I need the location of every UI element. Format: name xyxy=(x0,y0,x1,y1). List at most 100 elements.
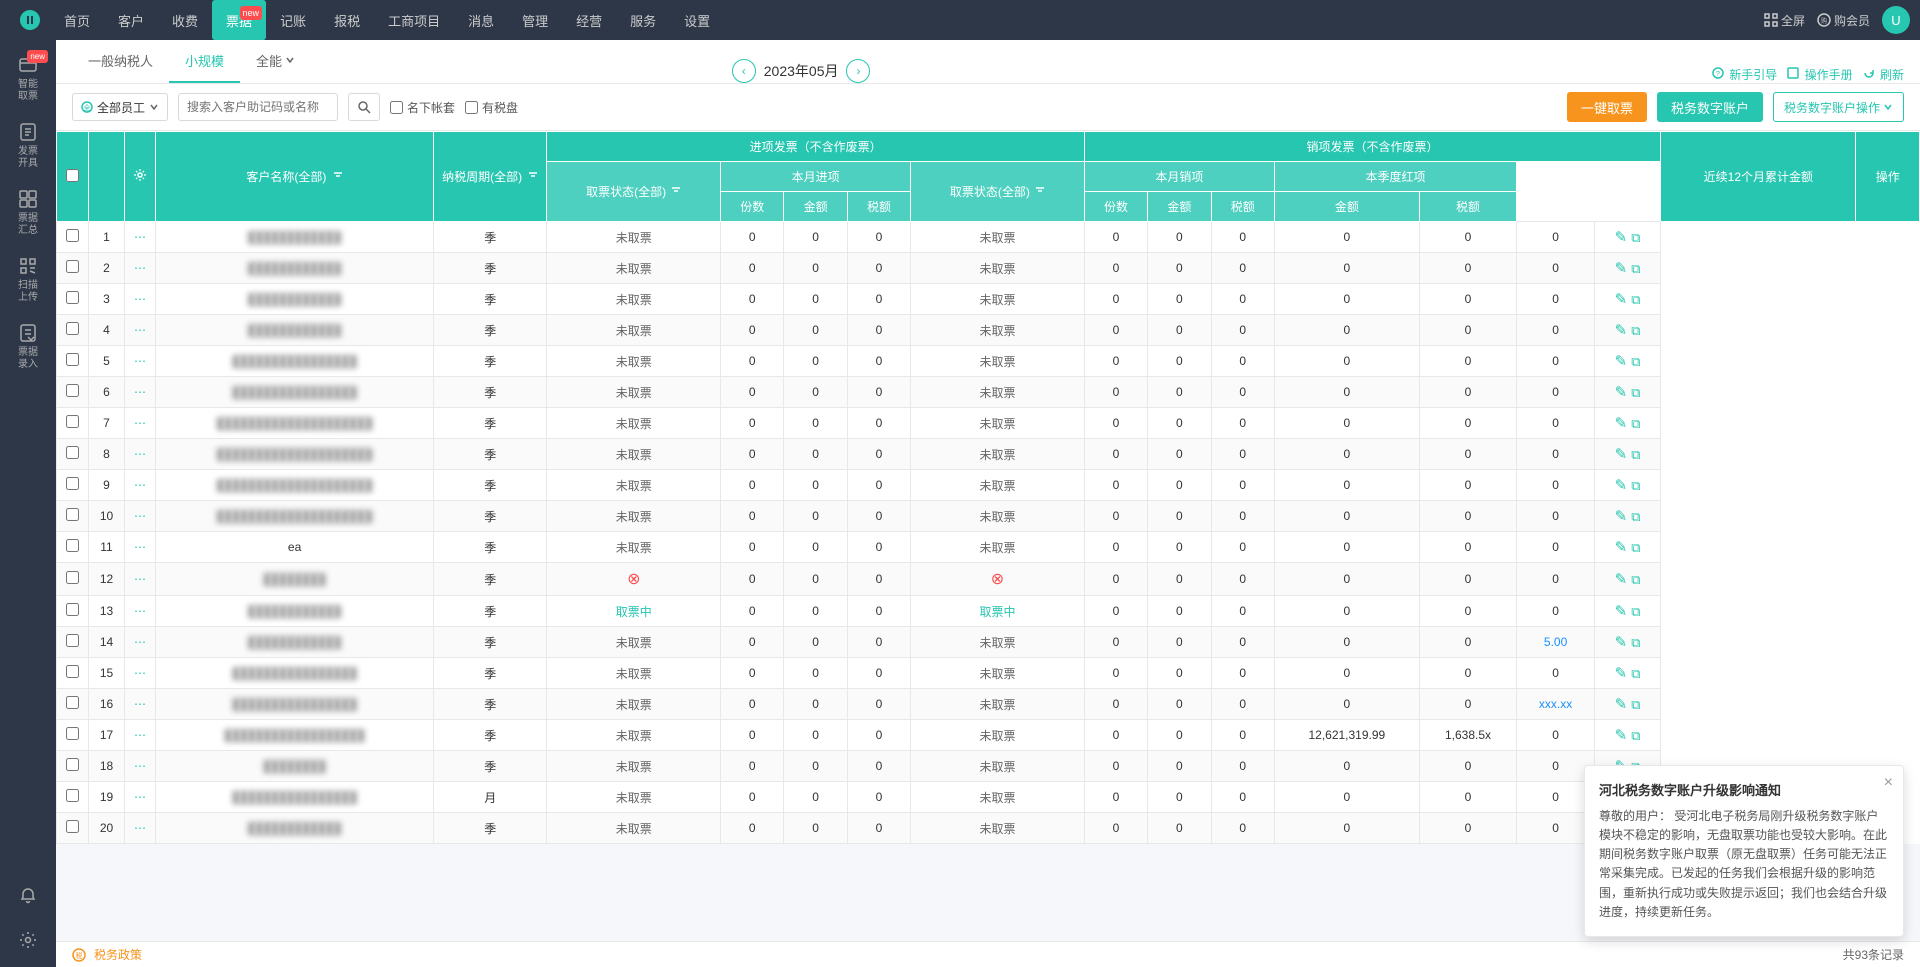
copy-btn[interactable]: ⧉ xyxy=(1631,261,1640,276)
tab-all[interactable]: 全能 xyxy=(240,40,311,83)
row-checkbox[interactable] xyxy=(66,634,79,647)
sidebar-item-summary[interactable]: 票据汇总 xyxy=(2,180,54,245)
youtaxpan-filter[interactable]: 有税盘 xyxy=(465,99,518,116)
copy-btn[interactable]: ⧉ xyxy=(1631,540,1640,555)
row-checkbox[interactable] xyxy=(66,477,79,490)
edit-btn[interactable]: ✎ xyxy=(1615,260,1628,277)
edit-btn[interactable]: ✎ xyxy=(1615,229,1628,246)
client-name[interactable]: ████████████ xyxy=(248,232,342,244)
nav-item-票据[interactable]: 票据new xyxy=(212,0,266,40)
notification-close-btn[interactable]: × xyxy=(1884,774,1893,792)
row-checkbox[interactable] xyxy=(66,353,79,366)
edit-btn[interactable]: ✎ xyxy=(1615,603,1628,620)
row-settings-icon[interactable]: ⋯ xyxy=(134,385,146,399)
row-checkbox[interactable] xyxy=(66,603,79,616)
cumulative-link[interactable]: xxx.xx xyxy=(1539,697,1572,711)
client-name[interactable]: ████████████████████ xyxy=(217,449,373,461)
nav-item-工商项目[interactable]: 工商项目 xyxy=(374,0,454,40)
copy-btn[interactable]: ⧉ xyxy=(1631,292,1640,307)
row-checkbox[interactable] xyxy=(66,571,79,584)
copy-btn[interactable]: ⧉ xyxy=(1631,478,1640,493)
row-settings-icon[interactable]: ⋯ xyxy=(134,478,146,492)
tab-small[interactable]: 小规模 xyxy=(169,40,240,83)
client-name[interactable]: ████████████ xyxy=(248,637,342,649)
client-name[interactable]: ████████████████████ xyxy=(217,511,373,523)
client-name[interactable]: ██████████████████ xyxy=(224,730,364,742)
row-settings-icon[interactable]: ⋯ xyxy=(134,572,146,586)
row-checkbox[interactable] xyxy=(66,727,79,740)
nav-item-收费[interactable]: 收费 xyxy=(158,0,212,40)
user-avatar[interactable]: U xyxy=(1882,6,1910,34)
row-checkbox[interactable] xyxy=(66,665,79,678)
row-checkbox[interactable] xyxy=(66,384,79,397)
nav-item-首页[interactable]: 首页 xyxy=(50,0,104,40)
row-settings-icon[interactable]: ⋯ xyxy=(134,540,146,554)
nav-item-报税[interactable]: 报税 xyxy=(320,0,374,40)
row-settings-icon[interactable]: ⋯ xyxy=(134,790,146,804)
row-settings-icon[interactable]: ⋯ xyxy=(134,416,146,430)
copy-btn[interactable]: ⧉ xyxy=(1631,447,1640,462)
copy-btn[interactable]: ⧉ xyxy=(1631,728,1640,743)
row-settings-icon[interactable]: ⋯ xyxy=(134,821,146,835)
period-next-btn[interactable]: › xyxy=(846,59,870,83)
copy-btn[interactable]: ⧉ xyxy=(1631,604,1640,619)
client-name[interactable]: ████████████ xyxy=(248,823,342,835)
row-checkbox[interactable] xyxy=(66,758,79,771)
copy-btn[interactable]: ⧉ xyxy=(1631,572,1640,587)
copy-btn[interactable]: ⧉ xyxy=(1631,323,1640,338)
row-checkbox[interactable] xyxy=(66,696,79,709)
edit-btn[interactable]: ✎ xyxy=(1615,665,1628,682)
select-all-checkbox[interactable] xyxy=(66,169,79,182)
row-settings-icon[interactable]: ⋯ xyxy=(134,509,146,523)
copy-btn[interactable]: ⧉ xyxy=(1631,697,1640,712)
sidebar-item-scan[interactable]: 扫描上传 xyxy=(2,247,54,312)
client-name[interactable]: ████████████████ xyxy=(232,387,357,399)
edit-btn[interactable]: ✎ xyxy=(1615,353,1628,370)
tab-general[interactable]: 一般纳税人 xyxy=(72,40,169,83)
row-checkbox[interactable] xyxy=(66,789,79,802)
copy-btn[interactable]: ⧉ xyxy=(1631,354,1640,369)
edit-btn[interactable]: ✎ xyxy=(1615,634,1628,651)
one-click-btn[interactable]: 一键取票 xyxy=(1567,92,1647,122)
row-checkbox[interactable] xyxy=(66,322,79,335)
search-button[interactable] xyxy=(348,93,380,121)
edit-btn[interactable]: ✎ xyxy=(1615,727,1628,744)
edit-btn[interactable]: ✎ xyxy=(1615,571,1628,588)
digital-account-btn[interactable]: 税务数字账户 xyxy=(1657,92,1763,122)
nav-item-客户[interactable]: 客户 xyxy=(104,0,158,40)
row-settings-icon[interactable]: ⋯ xyxy=(134,230,146,244)
sidebar-item-settings[interactable] xyxy=(2,921,54,959)
client-name[interactable]: ████████ xyxy=(263,761,325,773)
row-settings-icon[interactable]: ⋯ xyxy=(134,604,146,618)
edit-btn[interactable]: ✎ xyxy=(1615,322,1628,339)
nav-item-记账[interactable]: 记账 xyxy=(266,0,320,40)
nav-item-设置[interactable]: 设置 xyxy=(670,0,724,40)
client-name[interactable]: ████████████████ xyxy=(232,668,357,680)
row-settings-icon[interactable]: ⋯ xyxy=(134,261,146,275)
edit-btn[interactable]: ✎ xyxy=(1615,477,1628,494)
copy-btn[interactable]: ⧉ xyxy=(1631,666,1640,681)
edit-btn[interactable]: ✎ xyxy=(1615,539,1628,556)
row-settings-icon[interactable]: ⋯ xyxy=(134,323,146,337)
cumulative-link[interactable]: 5.00 xyxy=(1544,635,1567,649)
row-settings-icon[interactable]: ⋯ xyxy=(134,697,146,711)
row-settings-icon[interactable]: ⋯ xyxy=(134,759,146,773)
row-settings-icon[interactable]: ⋯ xyxy=(134,635,146,649)
sidebar-item-ticket[interactable]: new 智能取票 xyxy=(2,46,54,111)
copy-btn[interactable]: ⧉ xyxy=(1631,635,1640,650)
row-checkbox[interactable] xyxy=(66,446,79,459)
client-name[interactable]: ████████████ xyxy=(248,263,342,275)
client-name[interactable]: ████████████ xyxy=(248,294,342,306)
row-checkbox[interactable] xyxy=(66,291,79,304)
nav-item-经营[interactable]: 经营 xyxy=(562,0,616,40)
sidebar-item-entry[interactable]: 票据录入 xyxy=(2,314,54,379)
new-guide-btn[interactable]: ? 新手引导 xyxy=(1712,66,1777,83)
sidebar-item-notification[interactable] xyxy=(2,877,54,915)
tax-policy-link[interactable]: 税务政策 xyxy=(94,946,142,963)
row-settings-icon[interactable]: ⋯ xyxy=(134,354,146,368)
manual-btn[interactable]: 操作手册 xyxy=(1787,66,1852,83)
client-name[interactable]: ea xyxy=(288,540,301,554)
employee-filter[interactable]: 全 全部员工 xyxy=(72,93,168,121)
copy-btn[interactable]: ⧉ xyxy=(1631,416,1640,431)
xiazhangtao-filter[interactable]: 名下帐套 xyxy=(390,99,455,116)
